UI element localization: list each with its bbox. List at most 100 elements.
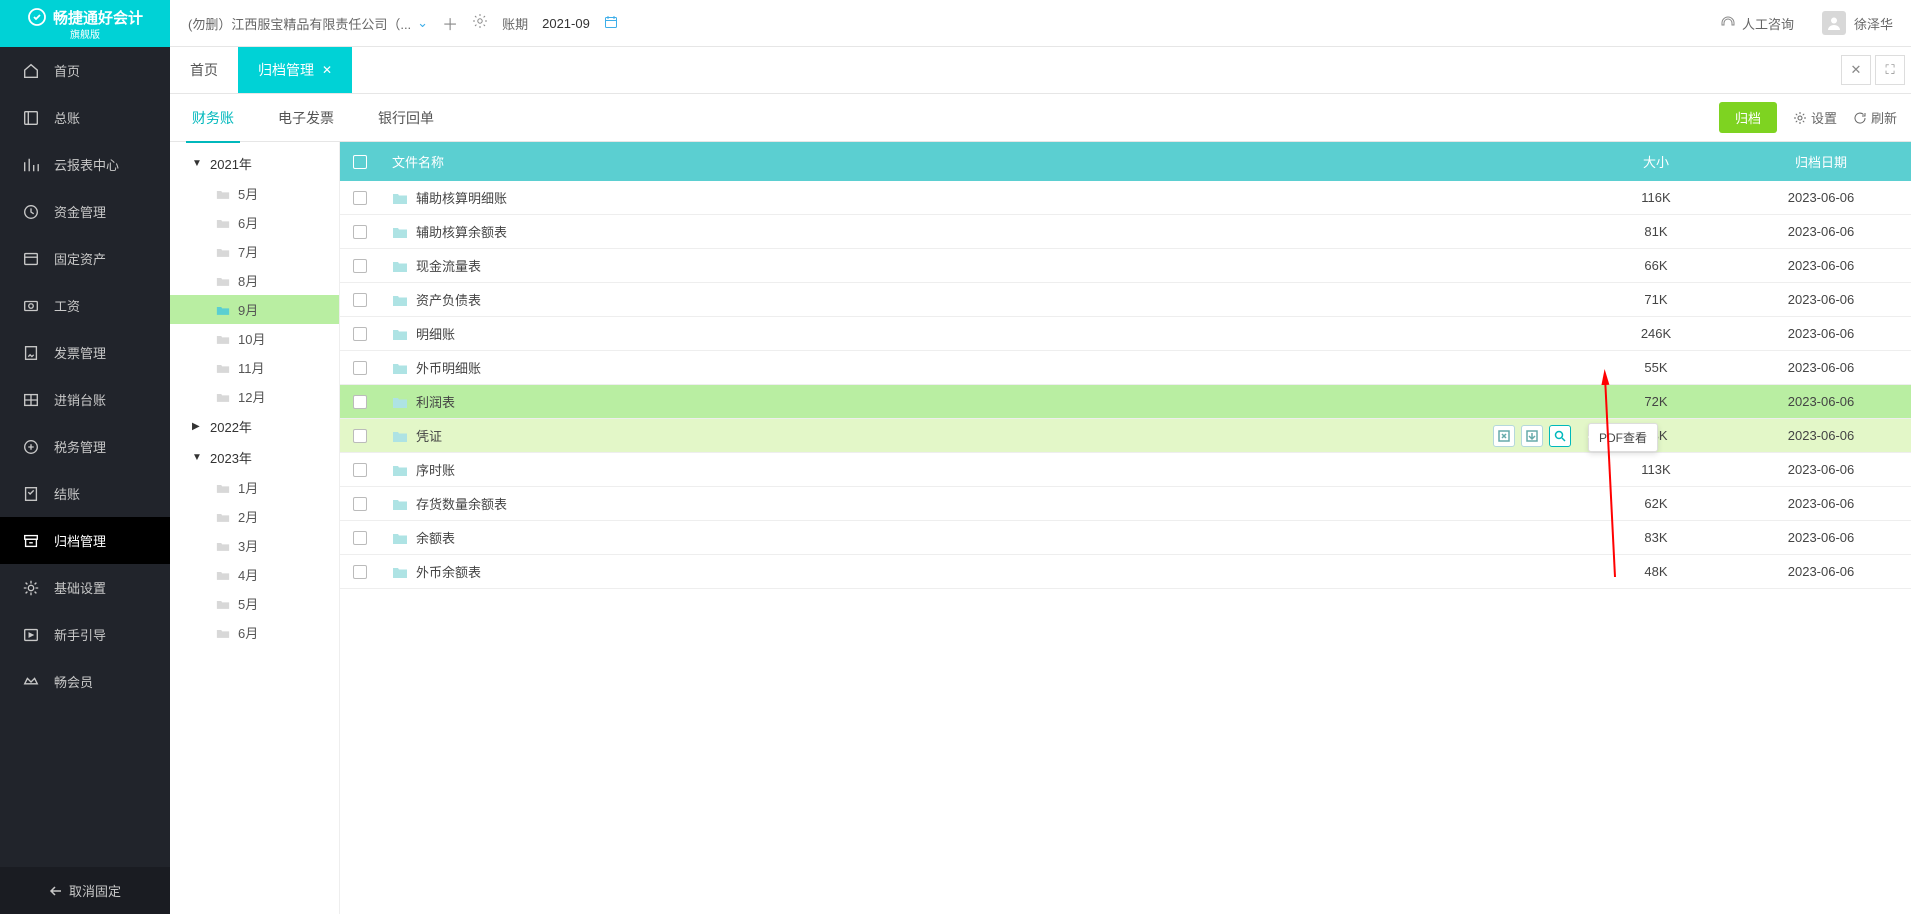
subtab-0[interactable]: 财务账 bbox=[170, 94, 256, 142]
file-date: 2023-06-06 bbox=[1731, 249, 1911, 283]
row-checkbox[interactable] bbox=[353, 225, 367, 239]
table-row[interactable]: 资产负债表 71K 2023-06-06 bbox=[340, 283, 1911, 317]
tree-month[interactable]: 5月 bbox=[170, 179, 339, 208]
nav-label: 归档管理 bbox=[54, 531, 106, 550]
settings-link[interactable]: 设置 bbox=[1793, 108, 1837, 127]
nav-item-ledger[interactable]: 总账 bbox=[0, 94, 170, 141]
table-row[interactable]: 辅助核算余额表 81K 2023-06-06 bbox=[340, 215, 1911, 249]
subtab-2[interactable]: 银行回单 bbox=[356, 94, 456, 142]
archive-button[interactable]: 归档 bbox=[1719, 102, 1777, 133]
file-icon bbox=[392, 260, 408, 273]
row-checkbox[interactable] bbox=[353, 327, 367, 341]
tree-year[interactable]: ▼2023年 bbox=[170, 442, 339, 473]
table-row[interactable]: 余额表 83K 2023-06-06 bbox=[340, 521, 1911, 555]
tree-month[interactable]: 4月 bbox=[170, 560, 339, 589]
tree-month[interactable]: 1月 bbox=[170, 473, 339, 502]
file-name: 凭证 bbox=[416, 429, 442, 444]
nav-item-close[interactable]: 结账 bbox=[0, 470, 170, 517]
subtab-1[interactable]: 电子发票 bbox=[256, 94, 356, 142]
nav-item-archive[interactable]: 归档管理 bbox=[0, 517, 170, 564]
add-button[interactable]: ＋ bbox=[442, 11, 458, 35]
table-row[interactable]: 利润表 72K 2023-06-06 bbox=[340, 385, 1911, 419]
row-checkbox[interactable] bbox=[353, 463, 367, 477]
row-checkbox[interactable] bbox=[353, 429, 367, 443]
row-checkbox[interactable] bbox=[353, 191, 367, 205]
col-header-name: 文件名称 bbox=[380, 142, 1581, 181]
tree-year[interactable]: ▶2022年 bbox=[170, 411, 339, 442]
company-selector[interactable]: (勿删）江西服宝精品有限责任公司（... ⌄ bbox=[188, 14, 428, 33]
table-row[interactable]: 凭证 PDF查看 53K 2023-06-06 bbox=[340, 419, 1911, 453]
row-checkbox[interactable] bbox=[353, 565, 367, 579]
table-row[interactable]: 外币余额表 48K 2023-06-06 bbox=[340, 555, 1911, 589]
unpin-button[interactable]: 取消固定 bbox=[0, 867, 170, 914]
nav-item-asset[interactable]: 固定资产 bbox=[0, 235, 170, 282]
nav-item-vip[interactable]: 畅会员 bbox=[0, 658, 170, 705]
period-value[interactable]: 2021-09 bbox=[542, 16, 590, 31]
refresh-link[interactable]: 刷新 bbox=[1853, 108, 1897, 127]
folder-icon bbox=[216, 217, 230, 228]
nav-item-wallet[interactable]: 资金管理 bbox=[0, 188, 170, 235]
nav-item-guide[interactable]: 新手引导 bbox=[0, 611, 170, 658]
table-row[interactable]: 现金流量表 66K 2023-06-06 bbox=[340, 249, 1911, 283]
table-row[interactable]: 序时账 113K 2023-06-06 bbox=[340, 453, 1911, 487]
file-size: 62K bbox=[1581, 487, 1731, 521]
file-icon bbox=[392, 430, 408, 443]
tree-month[interactable]: 10月 bbox=[170, 324, 339, 353]
row-checkbox[interactable] bbox=[353, 395, 367, 409]
nav-label: 进销台账 bbox=[54, 390, 106, 409]
gear-icon[interactable] bbox=[472, 13, 488, 34]
row-checkbox[interactable] bbox=[353, 497, 367, 511]
tree-month[interactable]: 6月 bbox=[170, 618, 339, 647]
download-pdf-icon[interactable] bbox=[1521, 425, 1543, 447]
user-menu[interactable]: 徐泽华 bbox=[1822, 11, 1893, 35]
nav-item-settings[interactable]: 基础设置 bbox=[0, 564, 170, 611]
tab-close-all[interactable]: ✕ bbox=[1841, 55, 1871, 85]
folder-icon bbox=[216, 540, 230, 551]
topbar: (勿删）江西服宝精品有限责任公司（... ⌄ ＋ 账期 2021-09 人工咨询 bbox=[170, 0, 1911, 47]
table-row[interactable]: 存货数量余额表 62K 2023-06-06 bbox=[340, 487, 1911, 521]
file-date: 2023-06-06 bbox=[1731, 181, 1911, 215]
row-checkbox[interactable] bbox=[353, 361, 367, 375]
tree-month[interactable]: 12月 bbox=[170, 382, 339, 411]
nav-label: 结账 bbox=[54, 484, 80, 503]
tab-1[interactable]: 归档管理✕ bbox=[238, 47, 352, 93]
tree-month[interactable]: 9月 bbox=[170, 295, 339, 324]
tree-month[interactable]: 8月 bbox=[170, 266, 339, 295]
nav-item-salary[interactable]: 工资 bbox=[0, 282, 170, 329]
calendar-icon[interactable] bbox=[604, 15, 618, 32]
table-row[interactable]: 明细账 246K 2023-06-06 bbox=[340, 317, 1911, 351]
nav-item-chart[interactable]: 云报表中心 bbox=[0, 141, 170, 188]
tree-month[interactable]: 6月 bbox=[170, 208, 339, 237]
nav-item-home[interactable]: 首页 bbox=[0, 47, 170, 94]
file-date: 2023-06-06 bbox=[1731, 487, 1911, 521]
folder-icon bbox=[216, 304, 230, 315]
tree-month[interactable]: 2月 bbox=[170, 502, 339, 531]
download-xls-icon[interactable] bbox=[1493, 425, 1515, 447]
content: 财务账电子发票银行回单 归档 设置 刷新 ▼2021年5月6月7月8月9月10月… bbox=[170, 94, 1911, 914]
tab-fullscreen[interactable]: ⛶ bbox=[1875, 55, 1905, 85]
tab-0[interactable]: 首页 bbox=[170, 47, 238, 93]
table-row[interactable]: 辅助核算明细账 116K 2023-06-06 bbox=[340, 181, 1911, 215]
nav-item-tax[interactable]: 税务管理 bbox=[0, 423, 170, 470]
wallet-icon bbox=[22, 203, 40, 221]
row-checkbox[interactable] bbox=[353, 293, 367, 307]
table-row[interactable]: 外币明细账 55K 2023-06-06 bbox=[340, 351, 1911, 385]
consult-button[interactable]: 人工咨询 bbox=[1720, 14, 1794, 33]
folder-icon bbox=[216, 188, 230, 199]
tree-month[interactable]: 3月 bbox=[170, 531, 339, 560]
close-icon[interactable]: ✕ bbox=[322, 63, 332, 77]
row-checkbox[interactable] bbox=[353, 259, 367, 273]
nav-item-stock[interactable]: 进销台账 bbox=[0, 376, 170, 423]
select-all-checkbox[interactable] bbox=[353, 155, 367, 169]
folder-icon bbox=[216, 362, 230, 373]
folder-icon bbox=[216, 627, 230, 638]
file-size: 71K bbox=[1581, 283, 1731, 317]
row-checkbox[interactable] bbox=[353, 531, 367, 545]
tree-month[interactable]: 11月 bbox=[170, 353, 339, 382]
nav-item-invoice[interactable]: 发票管理 bbox=[0, 329, 170, 376]
col-header-date: 归档日期 bbox=[1731, 142, 1911, 181]
pdf-view-icon[interactable] bbox=[1549, 425, 1571, 447]
tree-year[interactable]: ▼2021年 bbox=[170, 148, 339, 179]
tree-month[interactable]: 7月 bbox=[170, 237, 339, 266]
tree-month[interactable]: 5月 bbox=[170, 589, 339, 618]
